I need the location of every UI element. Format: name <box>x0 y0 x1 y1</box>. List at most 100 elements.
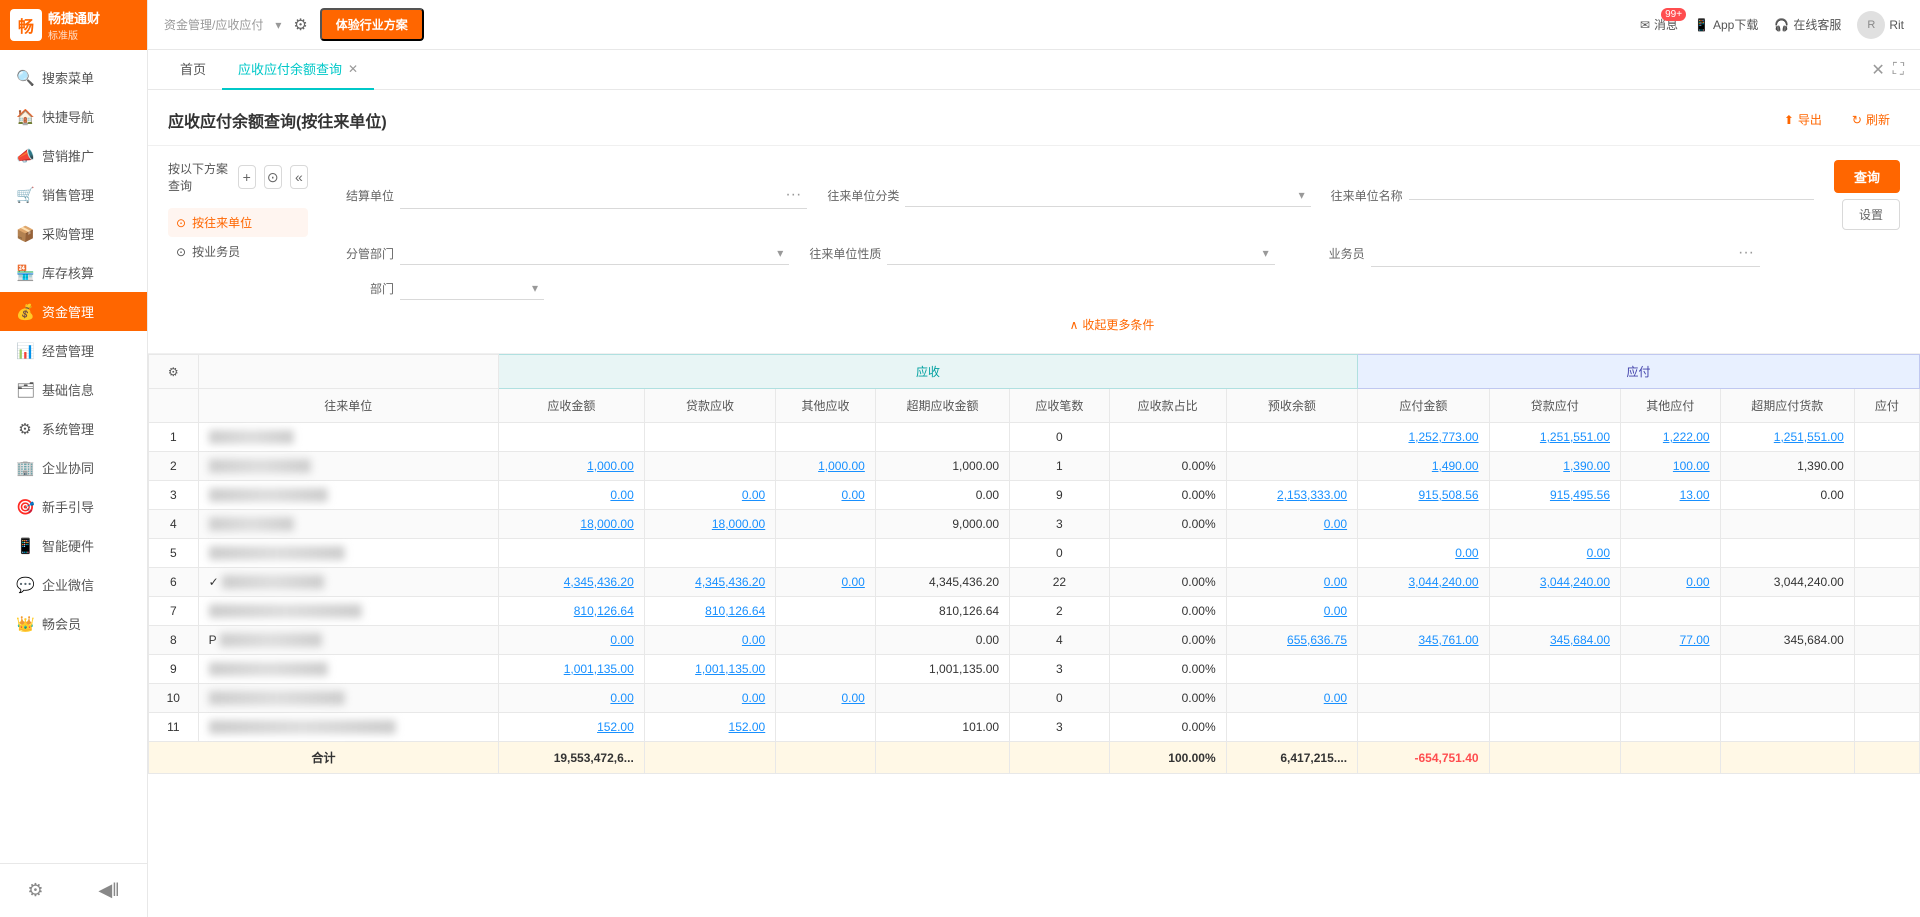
cell-yushouye: 0.00 <box>1226 597 1357 626</box>
filter-nav-unit-icon: ⊙ <box>176 216 186 230</box>
cell-qtyingfu: 0.00 <box>1621 568 1721 597</box>
footer-empty3 <box>875 742 1009 774</box>
filter-row-3: 部门 ▾ <box>324 277 1900 300</box>
sidebar-item-sales[interactable]: 🛒 销售管理 <box>0 175 147 214</box>
sidebar-item-guide[interactable]: 🎯 新手引导 <box>0 487 147 526</box>
wechat-icon: 💬 <box>16 576 34 594</box>
tab-query[interactable]: 应收应付余额查询 ✕ <box>222 50 374 90</box>
data-table: ⚙ 应收 应付 往来单位 应收金额 贷款应收 其他应收 超期应收金额 <box>148 354 1920 774</box>
cell-ysbishu: 1 <box>1010 452 1110 481</box>
sidebar-item-quick[interactable]: 🏠 快捷导航 <box>0 97 147 136</box>
cell-yfujine <box>1358 713 1489 742</box>
sidebar-item-member[interactable]: 👑 畅会员 <box>0 604 147 643</box>
tab-minimize-icon[interactable]: ✕ <box>1871 60 1884 80</box>
filter-nav-by-employee[interactable]: ⊙ 按业务员 <box>168 237 308 266</box>
filter-unit-name-input[interactable] <box>1409 191 1814 200</box>
filter-add-btn[interactable]: + <box>238 165 256 189</box>
sidebar-item-basic[interactable]: 🗂 基础信息 <box>0 370 147 409</box>
sidebar-label-finance: 资金管理 <box>42 302 94 321</box>
cell-unit: ██████████████ <box>198 655 498 684</box>
filter-settlement-label: 结算单位 <box>324 187 394 204</box>
sidebar-item-inventory[interactable]: 🏪 库存核算 <box>0 253 147 292</box>
basic-icon: 🗂 <box>16 381 34 399</box>
cell-qtyingshou <box>776 423 876 452</box>
cell-num: 11 <box>149 713 199 742</box>
query-button[interactable]: 查询 <box>1834 160 1900 193</box>
sidebar-item-operations[interactable]: 📊 经营管理 <box>0 331 147 370</box>
filter-nature-select[interactable]: ▾ <box>887 242 1274 265</box>
cell-cqyingfu <box>1720 684 1854 713</box>
sidebar-item-purchase[interactable]: 📦 采购管理 <box>0 214 147 253</box>
cell-qtyingshou <box>776 626 876 655</box>
sidebar-label-basic: 基础信息 <box>42 380 94 399</box>
service-label: 在线客服 <box>1793 16 1841 33</box>
cell-dkyingshou: 152.00 <box>644 713 775 742</box>
filter-settlement-input[interactable]: ··· <box>400 182 807 209</box>
th-unit: 往来单位 <box>198 389 498 423</box>
cell-qtyingfu <box>1621 655 1721 684</box>
sidebar-label-marketing: 营销推广 <box>42 146 94 165</box>
tab-maximize-icon[interactable]: ⛶ <box>1893 61 1904 79</box>
table-row: 3 ██████████████ 0.00 0.00 0.00 0.00 9 0… <box>149 481 1920 510</box>
filter-category-select[interactable]: ▾ <box>905 184 1310 207</box>
filter-dept-select[interactable]: ▾ <box>400 242 789 265</box>
refresh-button[interactable]: ↻ 刷新 <box>1842 106 1900 133</box>
filter-row-2: 分管部门 ▾ 往来单位性质 ▾ <box>324 240 1900 267</box>
sidebar-settings-btn[interactable]: ⚙ <box>21 874 49 907</box>
table-row: 11 ██████████████████████ 152.00 152.00 … <box>149 713 1920 742</box>
cell-dkyingfu <box>1489 684 1620 713</box>
th-num <box>149 389 199 423</box>
cell-dkyingfu <box>1489 713 1620 742</box>
cell-cqyingshou <box>875 684 1009 713</box>
table-row: 8 P ████████████ 0.00 0.00 0.00 4 0.00% … <box>149 626 1920 655</box>
cell-unit: ██████████████████████ <box>198 713 498 742</box>
cell-yushouye: 0.00 <box>1226 568 1357 597</box>
filter-collapse-nav-btn[interactable]: « <box>290 165 308 189</box>
sidebar-item-wechat[interactable]: 💬 企业微信 <box>0 565 147 604</box>
table-row: 5 ████████████████ 0 0.00 0.00 <box>149 539 1920 568</box>
cell-qtyingshou <box>776 597 876 626</box>
cell-yf-extra <box>1854 452 1919 481</box>
user-avatar[interactable]: R Rit <box>1857 11 1904 39</box>
filter-salesperson-input[interactable]: ··· <box>1371 240 1760 267</box>
sidebar-item-marketing[interactable]: 📣 营销推广 <box>0 136 147 175</box>
cell-yfujine <box>1358 597 1489 626</box>
online-service-btn[interactable]: 🎧 在线客服 <box>1774 16 1841 33</box>
sidebar-item-enterprise[interactable]: 🏢 企业协同 <box>0 448 147 487</box>
cell-num: 10 <box>149 684 199 713</box>
cell-yf-extra <box>1854 597 1919 626</box>
filter-department-select[interactable]: ▾ <box>400 277 544 300</box>
filter-collapse-btn[interactable]: ∧ 收起更多条件 <box>324 310 1900 339</box>
app-download-btn[interactable]: 📱 App下载 <box>1694 16 1758 33</box>
cell-yf-extra <box>1854 626 1919 655</box>
sidebar-item-search[interactable]: 🔍 搜索菜单 <box>0 58 147 97</box>
tab-close-icon[interactable]: ✕ <box>348 62 358 76</box>
message-btn[interactable]: ✉ 消息 99+ <box>1640 16 1678 33</box>
sidebar-item-system[interactable]: ⚙ 系统管理 <box>0 409 147 448</box>
cell-num: 8 <box>149 626 199 655</box>
sidebar-item-finance[interactable]: 💰 资金管理 <box>0 292 147 331</box>
user-name: Rit <box>1889 18 1904 32</box>
filter-settings-btn[interactable]: ⊙ <box>264 165 282 189</box>
tab-home[interactable]: 首页 <box>164 50 222 90</box>
app-label: App下载 <box>1713 16 1758 33</box>
promo-button[interactable]: 体验行业方案 <box>320 8 424 41</box>
cell-ysjine: 152.00 <box>498 713 644 742</box>
breadcrumb-chevron-icon[interactable]: ▾ <box>275 18 281 32</box>
cell-yskzanbi: 0.00% <box>1109 626 1226 655</box>
filter-nav-by-unit[interactable]: ⊙ 按往来单位 <box>168 208 308 237</box>
filter-nav-unit-label: 按往来单位 <box>192 214 252 231</box>
cell-dkyingfu <box>1489 510 1620 539</box>
settings-gear-icon[interactable]: ⚙ <box>293 15 307 35</box>
cell-dkyingfu: 0.00 <box>1489 539 1620 568</box>
sidebar-collapse-btn[interactable]: ◀‖ <box>92 874 125 907</box>
settings-button[interactable]: 设置 <box>1842 199 1900 230</box>
table-row: 6 ✓ ████████████ 4,345,436.20 4,345,436.… <box>149 568 1920 597</box>
marketing-icon: 📣 <box>16 147 34 165</box>
cell-ysjine: 1,001,135.00 <box>498 655 644 684</box>
cell-cqyingshou: 1,000.00 <box>875 452 1009 481</box>
export-button[interactable]: ⬆ 导出 <box>1774 106 1832 133</box>
sidebar-item-hardware[interactable]: 📱 智能硬件 <box>0 526 147 565</box>
sidebar-label-inventory: 库存核算 <box>42 263 94 282</box>
footer-empty2 <box>776 742 876 774</box>
